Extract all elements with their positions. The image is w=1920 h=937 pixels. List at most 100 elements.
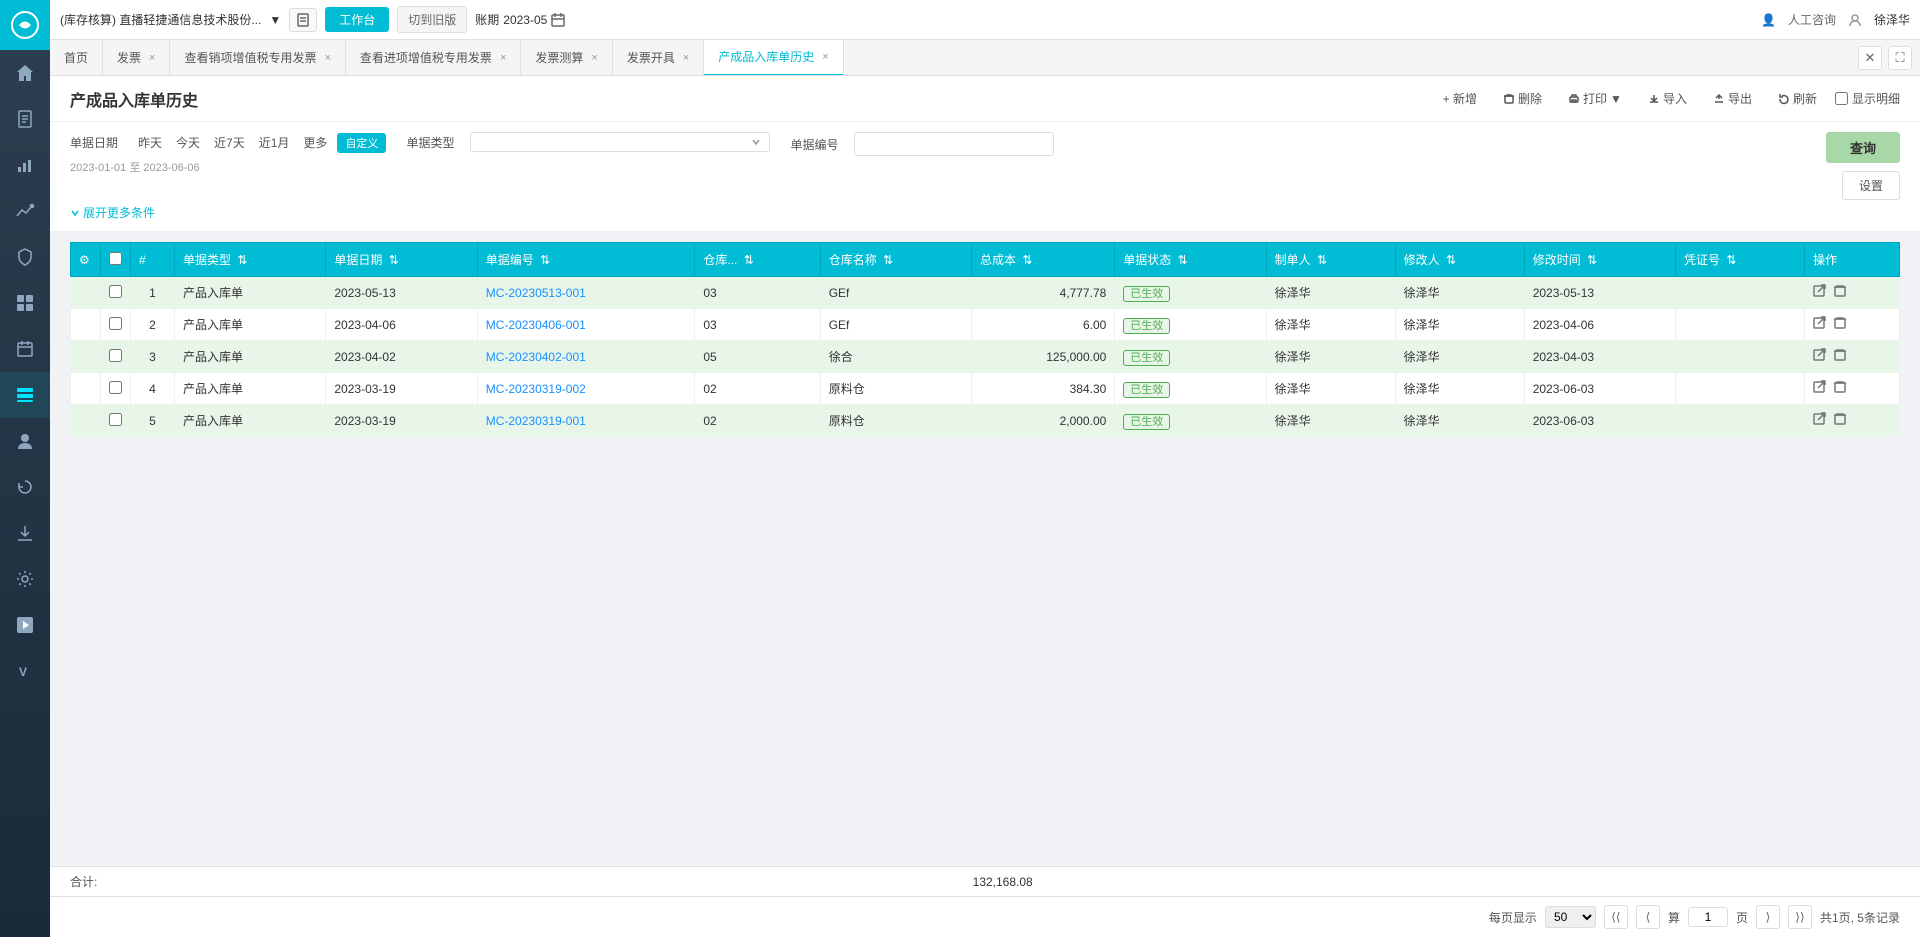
row-checkbox[interactable] <box>109 285 122 298</box>
row-number[interactable]: MC-20230406-001 <box>477 309 695 341</box>
row-settings[interactable] <box>71 277 101 309</box>
tab-invoice-open[interactable]: 发票开具 × <box>613 40 704 76</box>
tab-view-purchase-close[interactable]: × <box>500 52 506 64</box>
row-number-link[interactable]: MC-20230402-001 <box>486 350 586 364</box>
tab-product-history-close[interactable]: × <box>822 51 828 63</box>
table-row[interactable]: 1 产品入库单 2023-05-13 MC-20230513-001 03 GE… <box>71 277 1900 309</box>
set-btn[interactable]: 设置 <box>1842 171 1900 200</box>
sidebar-item-person[interactable] <box>0 418 50 464</box>
row-number[interactable]: MC-20230319-001 <box>477 405 695 437</box>
sidebar-item-stack[interactable] <box>0 372 50 418</box>
support-label[interactable]: 人工咨询 <box>1788 11 1836 28</box>
tab-expand-btn[interactable]: ⛶ <box>1888 46 1912 70</box>
tab-invoice-calc[interactable]: 发票测算 × <box>521 40 612 76</box>
tab-invoice[interactable]: 发票 × <box>103 40 170 76</box>
tab-view-sales-close[interactable]: × <box>324 52 330 64</box>
print-arrow[interactable]: ▼ <box>1610 92 1622 106</box>
page-prev-btn[interactable]: ⟨ <box>1636 905 1660 929</box>
date-btn-more[interactable]: 更多 <box>299 132 331 153</box>
date-btn-today[interactable]: 今天 <box>172 132 204 153</box>
row-number-link[interactable]: MC-20230406-001 <box>486 318 586 332</box>
th-total-cost[interactable]: 总成本 ⇅ <box>972 243 1115 277</box>
table-row[interactable]: 2 产品入库单 2023-04-06 MC-20230406-001 03 GE… <box>71 309 1900 341</box>
row-delete-icon[interactable] <box>1833 412 1847 429</box>
page-first-btn[interactable]: ⟨⟨ <box>1604 905 1628 929</box>
sidebar-item-stats[interactable] <box>0 188 50 234</box>
table-row[interactable]: 5 产品入库单 2023-03-19 MC-20230319-001 02 原料… <box>71 405 1900 437</box>
th-warehouse-name[interactable]: 仓库名称 ⇅ <box>820 243 971 277</box>
row-settings[interactable] <box>71 373 101 405</box>
row-number-link[interactable]: MC-20230319-001 <box>486 414 586 428</box>
table-row[interactable]: 3 产品入库单 2023-04-02 MC-20230402-001 05 徐合… <box>71 341 1900 373</box>
row-delete-icon[interactable] <box>1833 284 1847 301</box>
import-btn[interactable]: 导入 <box>1640 86 1695 111</box>
sidebar-item-loop[interactable] <box>0 464 50 510</box>
sidebar-item-gear[interactable] <box>0 556 50 602</box>
th-settings[interactable]: ⚙ <box>71 243 101 277</box>
row-edit-icon[interactable] <box>1813 380 1827 397</box>
work-btn[interactable]: 工作台 <box>325 7 389 32</box>
show-detail-checkbox[interactable] <box>1835 92 1848 105</box>
tab-product-history[interactable]: 产成品入库单历史 × <box>704 40 843 76</box>
row-number[interactable]: MC-20230319-002 <box>477 373 695 405</box>
tab-view-purchase[interactable]: 查看进项增值税专用发票 × <box>346 40 521 76</box>
tab-home[interactable]: 首页 <box>50 40 103 76</box>
date-btn-1month[interactable]: 近1月 <box>255 132 294 153</box>
doc-icon-btn[interactable] <box>289 8 317 32</box>
sidebar-item-grid[interactable] <box>0 280 50 326</box>
th-date[interactable]: 单据日期 ⇅ <box>326 243 477 277</box>
app-logo[interactable] <box>0 0 50 50</box>
type-select[interactable] <box>470 132 770 152</box>
row-edit-icon[interactable] <box>1813 284 1827 301</box>
date-btn-yesterday[interactable]: 昨天 <box>134 132 166 153</box>
sidebar-item-play[interactable] <box>0 602 50 648</box>
sidebar-item-chart[interactable] <box>0 142 50 188</box>
th-status[interactable]: 单据状态 ⇅ <box>1115 243 1266 277</box>
sidebar-item-download[interactable] <box>0 510 50 556</box>
tab-view-sales[interactable]: 查看销项增值税专用发票 × <box>170 40 345 76</box>
number-input[interactable] <box>854 132 1054 156</box>
table-row[interactable]: 4 产品入库单 2023-03-19 MC-20230319-002 02 原料… <box>71 373 1900 405</box>
row-settings[interactable] <box>71 309 101 341</box>
new-btn[interactable]: + 新增 <box>1435 86 1485 111</box>
tab-close-all-btn[interactable]: ✕ <box>1858 46 1882 70</box>
sidebar-item-v[interactable]: V <box>0 648 50 694</box>
row-delete-icon[interactable] <box>1833 348 1847 365</box>
th-type[interactable]: 单据类型 ⇅ <box>175 243 326 277</box>
tab-invoice-calc-close[interactable]: × <box>591 52 597 64</box>
th-modify-time[interactable]: 修改时间 ⇅ <box>1524 243 1675 277</box>
row-delete-icon[interactable] <box>1833 380 1847 397</box>
expand-more-btn[interactable]: 展开更多条件 <box>70 204 1900 221</box>
tab-invoice-close[interactable]: × <box>149 52 155 64</box>
th-creator[interactable]: 制单人 ⇅ <box>1266 243 1395 277</box>
sidebar-item-doc[interactable] <box>0 96 50 142</box>
row-edit-icon[interactable] <box>1813 412 1827 429</box>
export-btn[interactable]: 导出 <box>1705 86 1760 111</box>
refresh-btn[interactable]: 刷新 <box>1770 86 1825 111</box>
th-warehouse-code[interactable]: 仓库... ⇅ <box>695 243 820 277</box>
th-number[interactable]: 单据编号 ⇅ <box>477 243 695 277</box>
row-edit-icon[interactable] <box>1813 348 1827 365</box>
row-checkbox[interactable] <box>109 349 122 362</box>
per-page-select[interactable]: 50 100 <box>1545 906 1596 928</box>
tab-invoice-open-close[interactable]: × <box>683 52 689 64</box>
row-checkbox[interactable] <box>109 413 122 426</box>
date-btn-7days[interactable]: 近7天 <box>210 132 249 153</box>
query-btn[interactable]: 查询 <box>1826 132 1900 163</box>
th-modifier[interactable]: 修改人 ⇅ <box>1395 243 1524 277</box>
page-input[interactable] <box>1688 907 1728 927</box>
th-voucher[interactable]: 凭证号 ⇅ <box>1676 243 1805 277</box>
page-last-btn[interactable]: ⟩⟩ <box>1788 905 1812 929</box>
sidebar-item-shield[interactable] <box>0 234 50 280</box>
page-next-btn[interactable]: ⟩ <box>1756 905 1780 929</box>
sidebar-item-calendar[interactable] <box>0 326 50 372</box>
row-settings[interactable] <box>71 341 101 373</box>
row-number[interactable]: MC-20230402-001 <box>477 341 695 373</box>
check-all[interactable] <box>109 252 122 265</box>
date-custom-btn[interactable]: 自定义 <box>337 133 386 153</box>
row-delete-icon[interactable] <box>1833 316 1847 333</box>
row-number[interactable]: MC-20230513-001 <box>477 277 695 309</box>
sidebar-item-home[interactable] <box>0 50 50 96</box>
row-settings[interactable] <box>71 405 101 437</box>
print-btn[interactable]: 打印 ▼ <box>1560 86 1630 111</box>
